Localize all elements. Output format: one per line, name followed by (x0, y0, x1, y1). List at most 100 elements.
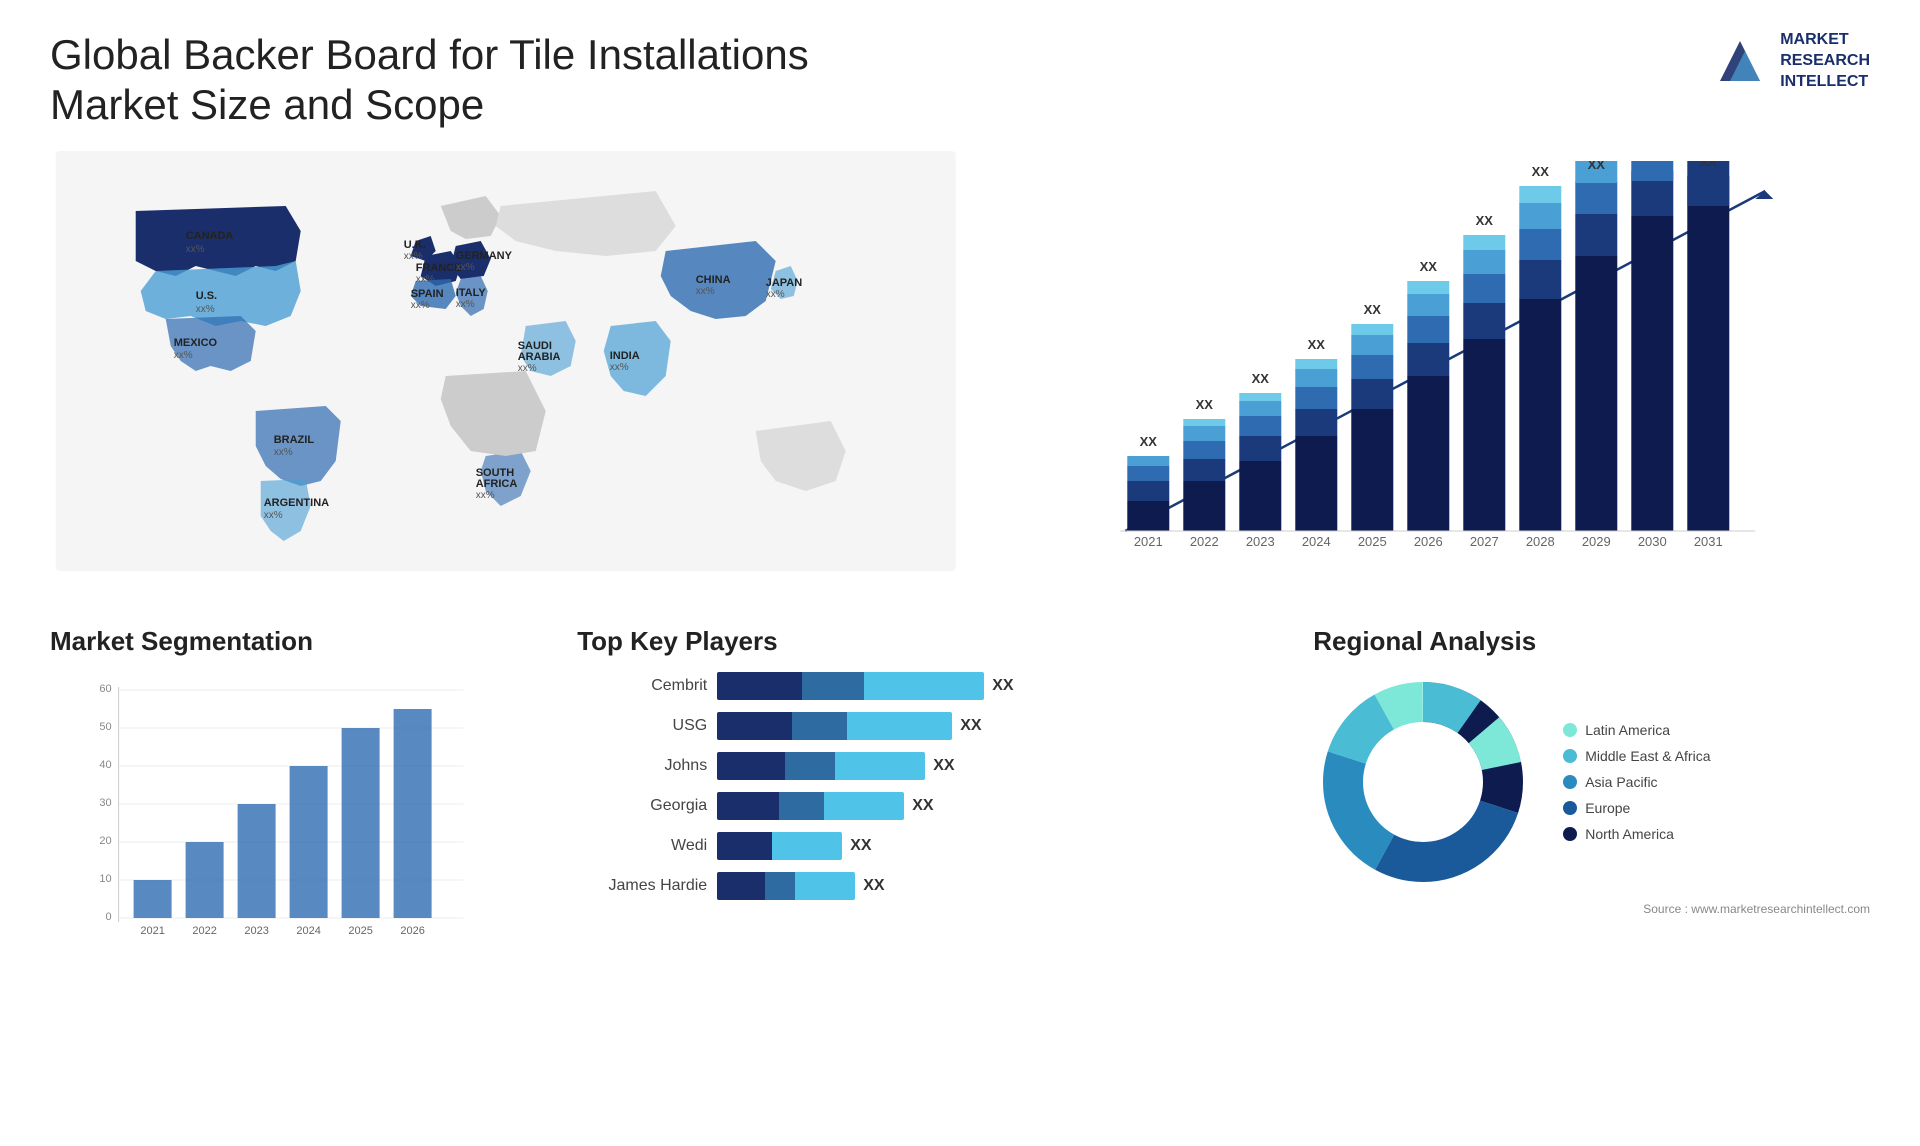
svg-text:XX: XX (1532, 164, 1550, 179)
legend: Latin America Middle East & Africa Asia … (1563, 722, 1710, 842)
svg-text:2026: 2026 (1414, 534, 1443, 549)
player-value: XX (933, 757, 954, 775)
svg-text:0: 0 (105, 911, 111, 923)
svg-text:U.S.: U.S. (196, 290, 217, 302)
logo-text: MARKET RESEARCH INTELLECT (1780, 30, 1870, 92)
bottom-section: Market Segmentation 60 50 40 30 20 10 0 (50, 626, 1870, 957)
bar-dark (717, 672, 802, 700)
legend-dot (1563, 801, 1577, 815)
svg-text:CANADA: CANADA (186, 230, 234, 242)
svg-text:xx%: xx% (411, 300, 430, 311)
legend-label: Asia Pacific (1585, 774, 1657, 790)
segmentation-chart: 60 50 40 30 20 10 0 2021 (50, 672, 537, 952)
player-value: XX (863, 877, 884, 895)
legend-item-asia-pacific: Asia Pacific (1563, 774, 1710, 790)
svg-text:XX: XX (1476, 213, 1494, 228)
svg-text:2022: 2022 (192, 925, 216, 937)
bar-dark (717, 712, 792, 740)
player-bar (717, 672, 984, 700)
bar-mid (792, 712, 847, 740)
bar-dark (717, 792, 779, 820)
bar-dark (717, 832, 772, 860)
logo-line1: MARKET (1780, 30, 1870, 51)
key-players-container: Top Key Players Cembrit XX USG (577, 626, 1273, 957)
segmentation-container: Market Segmentation 60 50 40 30 20 10 0 (50, 626, 537, 957)
svg-text:xx%: xx% (416, 274, 435, 285)
player-row-cembrit: Cembrit XX (577, 672, 1273, 700)
player-bar-container: XX (717, 872, 884, 900)
bar-mid (765, 872, 795, 900)
player-value: XX (912, 797, 933, 815)
svg-text:40: 40 (99, 759, 111, 771)
svg-text:xx%: xx% (196, 304, 215, 315)
bar-dark (717, 872, 765, 900)
svg-text:xx%: xx% (174, 350, 193, 361)
player-bar (717, 752, 925, 780)
legend-item-mea: Middle East & Africa (1563, 748, 1710, 764)
svg-text:xx%: xx% (518, 363, 537, 374)
svg-text:XX: XX (1308, 337, 1326, 352)
bar-mid (779, 792, 824, 820)
bar-light (835, 752, 925, 780)
player-bar-container: XX (717, 752, 954, 780)
svg-text:60: 60 (99, 683, 111, 695)
svg-text:ITALY: ITALY (456, 287, 487, 299)
svg-text:2023: 2023 (1246, 534, 1275, 549)
bar-light (864, 672, 984, 700)
player-value: XX (850, 837, 871, 855)
player-value: XX (992, 677, 1013, 695)
svg-text:2021: 2021 (140, 925, 164, 937)
logo-line2: RESEARCH (1780, 51, 1870, 72)
page-title: Global Backer Board for Tile Installatio… (50, 30, 850, 131)
player-row-georgia: Georgia XX (577, 792, 1273, 820)
svg-text:xx%: xx% (456, 299, 475, 310)
svg-text:xx%: xx% (186, 244, 205, 255)
svg-text:ARGENTINA: ARGENTINA (264, 497, 329, 509)
player-bar (717, 712, 952, 740)
svg-text:2023: 2023 (244, 925, 268, 937)
svg-text:2024: 2024 (1302, 534, 1331, 549)
player-name: Johns (577, 757, 707, 775)
svg-text:2025: 2025 (348, 925, 372, 937)
player-row-johns: Johns XX (577, 752, 1273, 780)
svg-text:BRAZIL: BRAZIL (274, 434, 315, 446)
svg-text:XX: XX (1364, 302, 1382, 317)
world-map: CANADA xx% U.S. xx% MEXICO xx% BRAZIL xx… (50, 151, 961, 571)
top-section: CANADA xx% U.S. xx% MEXICO xx% BRAZIL xx… (50, 151, 1870, 596)
svg-text:2029: 2029 (1582, 534, 1611, 549)
legend-dot (1563, 723, 1577, 737)
svg-text:xx%: xx% (274, 447, 293, 458)
player-bar (717, 792, 904, 820)
map-container: CANADA xx% U.S. xx% MEXICO xx% BRAZIL xx… (50, 151, 961, 596)
svg-text:XX: XX (1420, 259, 1438, 274)
player-row-james-hardie: James Hardie XX (577, 872, 1273, 900)
player-bar (717, 832, 842, 860)
svg-text:FRANCE: FRANCE (416, 262, 462, 274)
legend-item-europe: Europe (1563, 800, 1710, 816)
svg-text:XX: XX (1644, 161, 1662, 164)
svg-text:XX: XX (1252, 371, 1270, 386)
svg-text:XX: XX (1700, 161, 1718, 169)
svg-text:XX: XX (1196, 397, 1214, 412)
key-players-title: Top Key Players (577, 626, 1273, 657)
legend-label: Europe (1585, 800, 1630, 816)
svg-text:U.K.: U.K. (404, 239, 426, 251)
svg-text:2030: 2030 (1638, 534, 1667, 549)
svg-text:50: 50 (99, 721, 111, 733)
regional-container: Regional Analysis (1313, 626, 1870, 957)
svg-text:XX: XX (1140, 434, 1158, 449)
svg-text:CHINA: CHINA (696, 274, 731, 286)
svg-text:2031: 2031 (1694, 534, 1723, 549)
svg-text:30: 30 (99, 797, 111, 809)
bar-light (847, 712, 952, 740)
player-name: Georgia (577, 797, 707, 815)
svg-text:2028: 2028 (1526, 534, 1555, 549)
player-bar-container: XX (717, 832, 871, 860)
svg-text:xx%: xx% (610, 362, 629, 373)
bar-chart-container: XX 2021 XX 2022 XX 2023 (1001, 151, 1870, 596)
player-bar-container: XX (717, 712, 981, 740)
svg-text:xx%: xx% (264, 510, 283, 521)
logo-container: MARKET RESEARCH INTELLECT (1710, 30, 1870, 92)
svg-text:xx%: xx% (476, 490, 495, 501)
player-bar (717, 872, 855, 900)
